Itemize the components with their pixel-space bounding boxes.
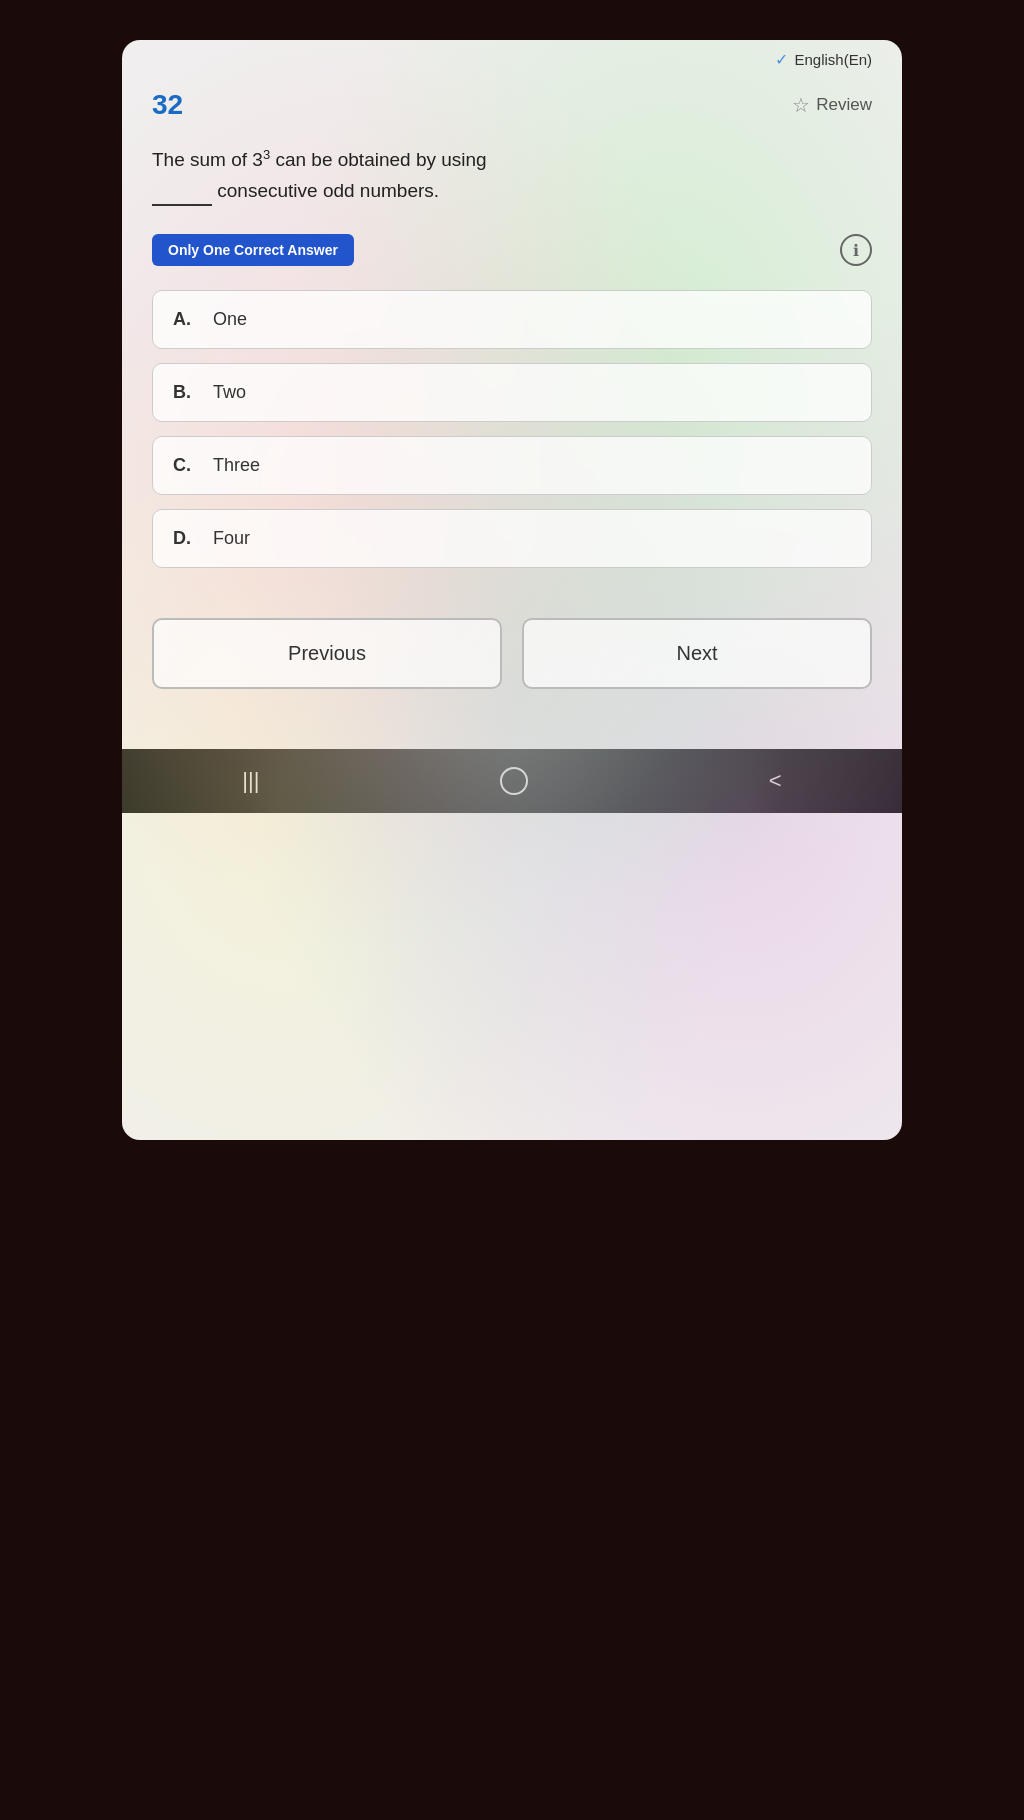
option-b-text: Two (213, 382, 246, 403)
top-bar: ✓ English(En) (122, 40, 902, 69)
option-a-text: One (213, 309, 247, 330)
question-number: 32 (152, 89, 183, 121)
language-selector[interactable]: ✓ English(En) (775, 50, 872, 69)
language-label: English(En) (794, 51, 872, 68)
option-b[interactable]: B. Two (152, 363, 872, 422)
checkmark-icon: ✓ (775, 50, 788, 69)
question-text-part1: The sum of 3 (152, 149, 263, 170)
phone-screen: ✓ English(En) 32 ☆ Review The sum of 33 … (122, 40, 902, 1140)
info-icon[interactable]: ℹ (840, 234, 872, 266)
options-list: A. One B. Two C. Three D. Four (152, 290, 872, 568)
back-icon[interactable]: < (769, 768, 782, 794)
option-c[interactable]: C. Three (152, 436, 872, 495)
review-label: Review (816, 95, 872, 115)
answer-type-row: Only One Correct Answer ℹ (152, 234, 872, 266)
option-a-label: A. (173, 309, 197, 330)
option-c-label: C. (173, 455, 197, 476)
next-button[interactable]: Next (522, 618, 872, 689)
question-text: The sum of 33 can be obtained by using c… (152, 145, 872, 206)
nav-buttons: Previous Next (152, 618, 872, 689)
recent-apps-icon[interactable]: ||| (242, 768, 259, 794)
review-button[interactable]: ☆ Review (792, 93, 872, 117)
blank (152, 204, 212, 206)
star-icon: ☆ (792, 93, 810, 117)
option-b-label: B. (173, 382, 197, 403)
home-icon[interactable] (500, 767, 528, 795)
option-d[interactable]: D. Four (152, 509, 872, 568)
question-header: 32 ☆ Review (152, 89, 872, 121)
answer-type-badge: Only One Correct Answer (152, 234, 354, 266)
option-d-label: D. (173, 528, 197, 549)
option-d-text: Four (213, 528, 250, 549)
option-a[interactable]: A. One (152, 290, 872, 349)
question-text-part2: can be obtained by using (275, 149, 486, 170)
main-content: 32 ☆ Review The sum of 33 can be obtaine… (122, 69, 902, 739)
question-text-part3: consecutive odd numbers. (217, 180, 439, 201)
option-c-text: Three (213, 455, 260, 476)
android-nav-bar: ||| < (122, 749, 902, 813)
exponent: 3 (263, 147, 270, 162)
previous-button[interactable]: Previous (152, 618, 502, 689)
